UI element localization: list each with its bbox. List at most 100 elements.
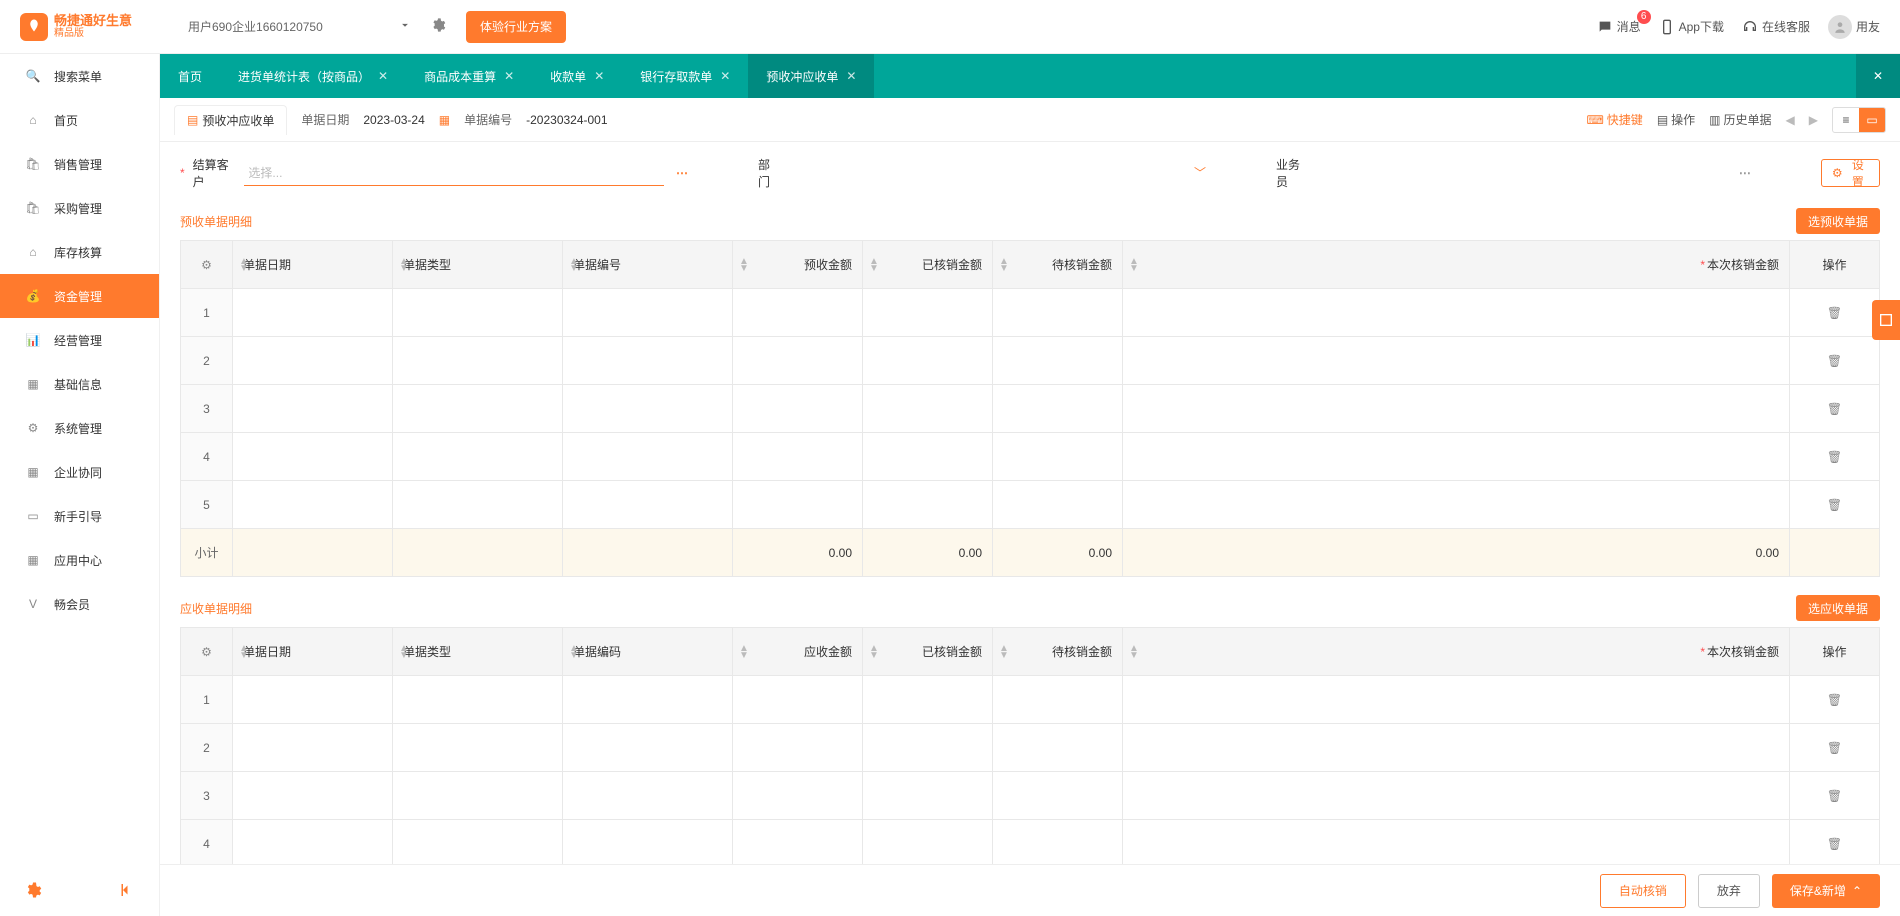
select-prepay-button[interactable]: 选预收单据 — [1796, 208, 1880, 234]
col-header[interactable]: ▲▼预收金额 — [733, 241, 863, 289]
sidebar-item-6[interactable]: 📊经营管理 — [0, 318, 159, 362]
sort-icon[interactable]: ▲▼ — [1129, 258, 1139, 272]
table-settings-header[interactable]: ⚙ — [181, 241, 233, 289]
salesperson-input[interactable] — [1316, 160, 1726, 186]
table-row[interactable]: 5🗑 — [181, 481, 1880, 529]
dept-select[interactable]: ﹀ — [787, 160, 1206, 186]
select-receivable-button[interactable]: 选应收单据 — [1796, 595, 1880, 621]
sort-icon[interactable]: ▲▼ — [399, 258, 409, 272]
delete-row-icon[interactable]: 🗑 — [1827, 306, 1842, 320]
table-row[interactable]: 3🗑 — [181, 385, 1880, 433]
col-header[interactable]: 操作 — [1790, 241, 1880, 289]
sidebar-item-7[interactable]: ▦基础信息 — [0, 362, 159, 406]
delete-row-icon[interactable]: 🗑 — [1827, 837, 1842, 851]
customer-picker-icon[interactable]: ⋯ — [676, 166, 688, 180]
col-header[interactable]: ▲▼单据编号 — [563, 241, 733, 289]
messages-link[interactable]: 消息 6 — [1597, 18, 1641, 35]
delete-row-icon[interactable]: 🗑 — [1827, 741, 1842, 755]
prev-doc-icon[interactable]: ◀ — [1786, 113, 1795, 127]
sort-icon[interactable]: ▲▼ — [869, 645, 879, 659]
close-all-tabs-icon[interactable]: ✕ — [1856, 54, 1900, 98]
col-header[interactable]: ▲▼单据日期 — [233, 628, 393, 676]
brand-logo[interactable]: 畅捷通好生意 精品版 — [20, 13, 150, 41]
sidebar-item-1[interactable]: ⌂首页 — [0, 98, 159, 142]
tab-3[interactable]: 收款单✕ — [532, 54, 622, 98]
sidebar-item-0[interactable]: 🔍搜索菜单 — [0, 54, 159, 98]
delete-row-icon[interactable]: 🗑 — [1827, 789, 1842, 803]
table-row[interactable]: 2🗑 — [181, 724, 1880, 772]
close-tab-icon[interactable]: ✕ — [846, 69, 856, 83]
sidebar-item-3[interactable]: 🛍采购管理 — [0, 186, 159, 230]
table-row[interactable]: 4🗑 — [181, 433, 1880, 481]
sidebar-item-10[interactable]: ▭新手引导 — [0, 494, 159, 538]
calendar-icon[interactable]: ▦ — [439, 113, 450, 127]
tab-1[interactable]: 进货单统计表（按商品）✕ — [220, 54, 406, 98]
sidebar-item-4[interactable]: ⌂库存核算 — [0, 230, 159, 274]
sort-icon[interactable]: ▲▼ — [239, 258, 249, 272]
sort-icon[interactable]: ▲▼ — [1129, 645, 1139, 659]
form-settings-button[interactable]: ⚙设置 — [1821, 159, 1880, 187]
sidebar-item-2[interactable]: 🛍销售管理 — [0, 142, 159, 186]
col-header[interactable]: ▲▼单据类型 — [393, 628, 563, 676]
sort-icon[interactable]: ▲▼ — [399, 645, 409, 659]
sidebar-item-12[interactable]: V畅会员 — [0, 582, 159, 626]
next-doc-icon[interactable]: ▶ — [1809, 113, 1818, 127]
trial-button[interactable]: 体验行业方案 — [466, 11, 566, 43]
org-selector[interactable]: 用户690企业1660120750 — [180, 11, 420, 43]
close-tab-icon[interactable]: ✕ — [594, 69, 604, 83]
history-link[interactable]: ▥历史单据 — [1709, 111, 1771, 128]
user-menu[interactable]: 用友 — [1828, 15, 1880, 39]
sidebar-item-11[interactable]: ▦应用中心 — [0, 538, 159, 582]
sort-icon[interactable]: ▲▼ — [569, 645, 579, 659]
save-and-new-button[interactable]: 保存&新增⌃ — [1772, 874, 1880, 908]
view-form-icon[interactable]: ▭ — [1859, 108, 1885, 132]
col-header[interactable]: ▲▼待核销金额 — [993, 628, 1123, 676]
table-row[interactable]: 1🗑 — [181, 676, 1880, 724]
sort-icon[interactable]: ▲▼ — [239, 645, 249, 659]
sort-icon[interactable]: ▲▼ — [569, 258, 579, 272]
delete-row-icon[interactable]: 🗑 — [1827, 402, 1842, 416]
document-type-tab[interactable]: ▤ 预收冲应收单 — [174, 105, 287, 135]
operate-link[interactable]: ▤操作 — [1657, 111, 1695, 128]
close-tab-icon[interactable]: ✕ — [720, 69, 730, 83]
col-header[interactable]: ▲▼应收金额 — [733, 628, 863, 676]
col-header[interactable]: ▲▼已核销金额 — [863, 241, 993, 289]
sort-icon[interactable]: ▲▼ — [739, 645, 749, 659]
collapse-sidebar-icon[interactable] — [117, 881, 135, 902]
salesperson-picker-icon[interactable]: ⋯ — [1739, 166, 1751, 180]
sidebar-item-5[interactable]: 💰资金管理 — [0, 274, 159, 318]
col-header[interactable]: ▲▼单据编码 — [563, 628, 733, 676]
col-header[interactable]: ▲▼*本次核销金额 — [1123, 241, 1790, 289]
view-list-icon[interactable]: ≡ — [1833, 108, 1859, 132]
doc-date-value[interactable]: 2023-03-24 — [363, 113, 424, 127]
close-tab-icon[interactable]: ✕ — [378, 69, 388, 83]
sort-icon[interactable]: ▲▼ — [999, 258, 1009, 272]
sort-icon[interactable]: ▲▼ — [869, 258, 879, 272]
delete-row-icon[interactable]: 🗑 — [1827, 693, 1842, 707]
delete-row-icon[interactable]: 🗑 — [1827, 354, 1842, 368]
col-header[interactable]: ▲▼已核销金额 — [863, 628, 993, 676]
customer-service-link[interactable]: 在线客服 — [1742, 18, 1810, 35]
sidebar-item-9[interactable]: ▦企业协同 — [0, 450, 159, 494]
table-row[interactable]: 4🗑 — [181, 820, 1880, 865]
delete-row-icon[interactable]: 🗑 — [1827, 498, 1842, 512]
sidebar-item-8[interactable]: ⚙系统管理 — [0, 406, 159, 450]
table-settings-header[interactable]: ⚙ — [181, 628, 233, 676]
org-settings-icon[interactable] — [430, 17, 446, 36]
table-row[interactable]: 3🗑 — [181, 772, 1880, 820]
sort-icon[interactable]: ▲▼ — [739, 258, 749, 272]
col-header[interactable]: ▲▼单据类型 — [393, 241, 563, 289]
table-row[interactable]: 2🗑 — [181, 337, 1880, 385]
app-download-link[interactable]: App下载 — [1659, 18, 1724, 35]
auto-writeoff-button[interactable]: 自动核销 — [1600, 874, 1686, 908]
table-row[interactable]: 1🗑 — [181, 289, 1880, 337]
customer-input[interactable] — [244, 160, 664, 186]
close-tab-icon[interactable]: ✕ — [504, 69, 514, 83]
settings-icon[interactable] — [24, 881, 42, 902]
side-float-button[interactable] — [1872, 300, 1900, 340]
tab-2[interactable]: 商品成本重算✕ — [406, 54, 532, 98]
tab-5[interactable]: 预收冲应收单✕ — [748, 54, 874, 98]
sort-icon[interactable]: ▲▼ — [999, 645, 1009, 659]
discard-button[interactable]: 放弃 — [1698, 874, 1760, 908]
col-header[interactable]: ▲▼待核销金额 — [993, 241, 1123, 289]
